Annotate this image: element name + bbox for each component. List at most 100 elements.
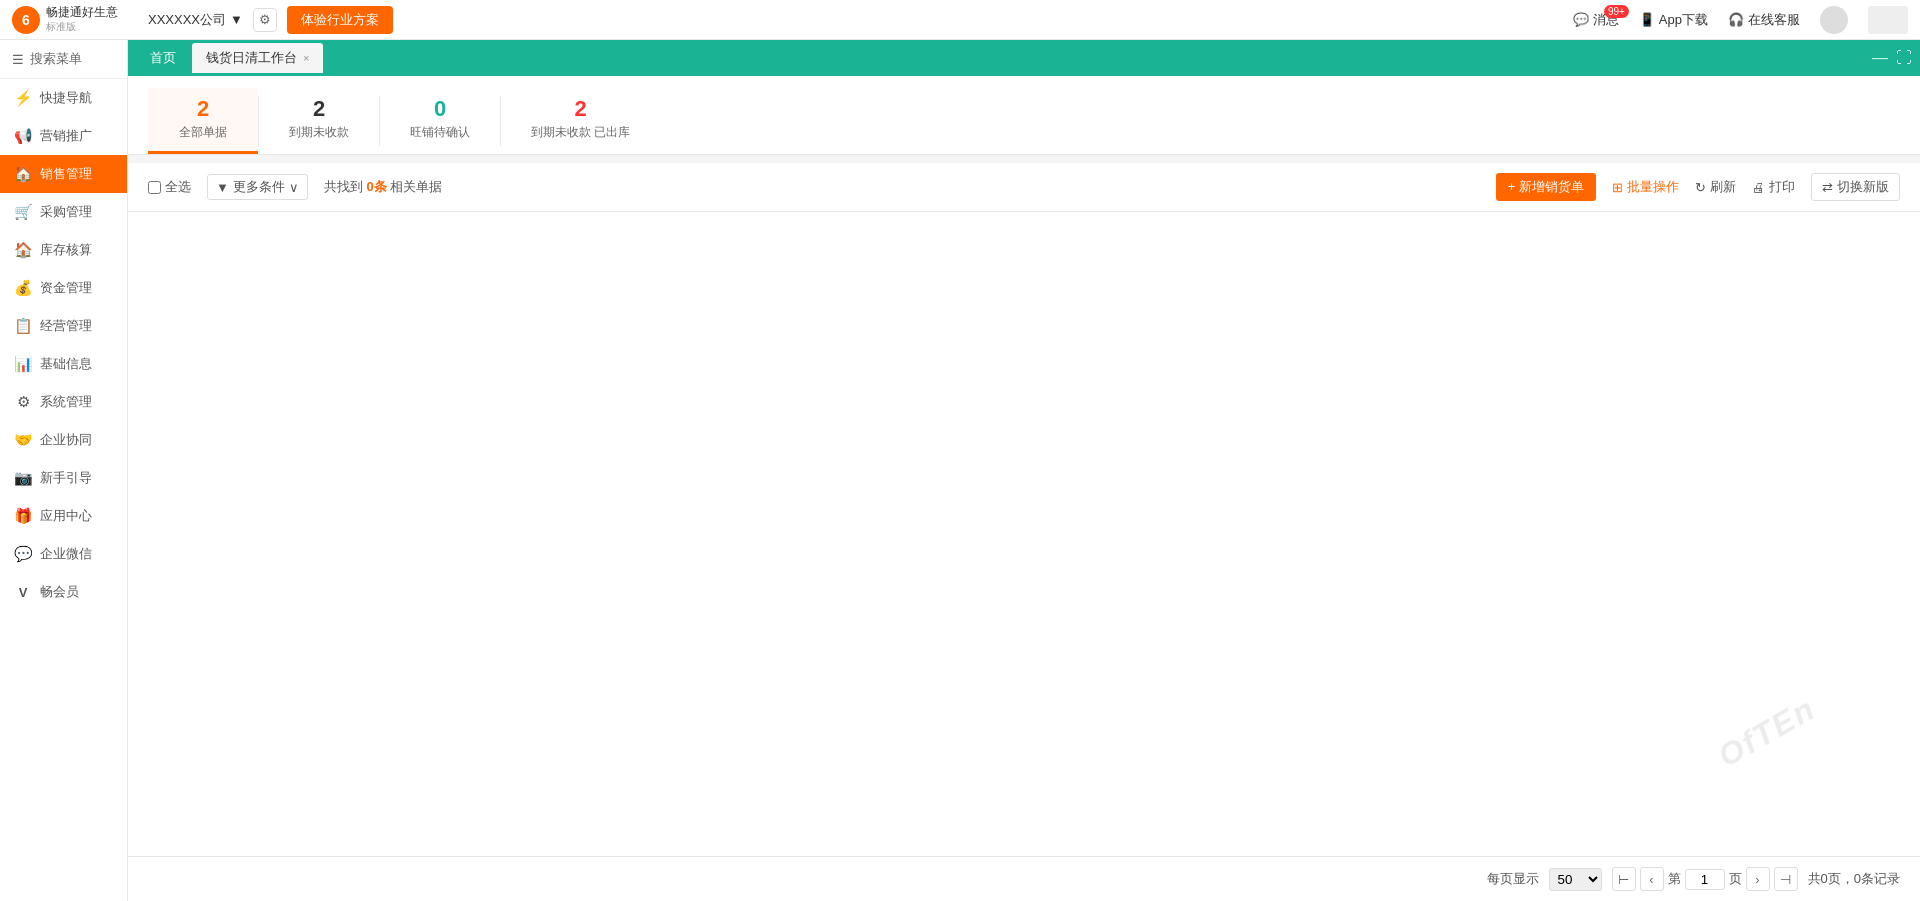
sidebar-item-quick-nav[interactable]: ⚡ 快捷导航 <box>0 79 127 117</box>
inventory-label: 库存核算 <box>40 241 92 259</box>
wechat-label: 企业微信 <box>40 545 92 563</box>
settings-icon[interactable]: ⚙ <box>253 8 277 32</box>
sidebar-item-basic-info[interactable]: 📊 基础信息 <box>0 345 127 383</box>
table-area <box>128 212 1920 856</box>
first-page-btn[interactable]: ⊢ <box>1612 867 1636 891</box>
app-center-label: 应用中心 <box>40 507 92 525</box>
sidebar-item-operations[interactable]: 📋 经营管理 <box>0 307 127 345</box>
tab-minimize-icon[interactable]: — <box>1872 49 1888 67</box>
refresh-label: 刷新 <box>1710 178 1736 196</box>
tab-home[interactable]: 首页 <box>136 43 190 73</box>
marketing-label: 营销推广 <box>40 127 92 145</box>
basic-info-label: 基础信息 <box>40 355 92 373</box>
sidebar-search[interactable]: ☰ 搜索菜单 <box>0 40 127 79</box>
sidebar-item-wechat[interactable]: 💬 企业微信 <box>0 535 127 573</box>
tab-close-icon[interactable]: × <box>303 52 309 64</box>
vip-label: 畅会员 <box>40 583 79 601</box>
filter-button[interactable]: ▼ 更多条件 ∨ <box>207 174 308 200</box>
add-sale-button[interactable]: + 新增销货单 <box>1496 173 1596 201</box>
stat-num-overdue: 2 <box>313 96 325 122</box>
company-name: XXXXXX公司 <box>148 11 226 29</box>
select-all-checkbox[interactable] <box>148 181 161 194</box>
home-tab-label: 首页 <box>150 49 176 67</box>
page-label-end: 页 <box>1729 870 1742 888</box>
print-label: 打印 <box>1769 178 1795 196</box>
select-all-area[interactable]: 全选 <box>148 178 191 196</box>
refresh-icon: ↻ <box>1695 180 1706 195</box>
sidebar-item-app-center[interactable]: 🎁 应用中心 <box>0 497 127 535</box>
marketing-icon: 📢 <box>14 127 32 145</box>
page-label-first: 第 <box>1668 870 1681 888</box>
header-left: 6 畅捷通好生意 标准版 XXXXXX公司 ▼ ⚙ 体验行业方案 <box>12 5 393 35</box>
top-header: 6 畅捷通好生意 标准版 XXXXXX公司 ▼ ⚙ 体验行业方案 💬 消息 99… <box>0 0 1920 40</box>
stat-tab-overdue[interactable]: 2 到期未收款 <box>259 88 379 154</box>
select-all-label: 全选 <box>165 178 191 196</box>
operations-label: 经营管理 <box>40 317 92 335</box>
stat-tab-overdue-out[interactable]: 2 到期未收款 已出库 <box>501 88 660 154</box>
app-center-icon: 🎁 <box>14 507 32 525</box>
finance-label: 资金管理 <box>40 279 92 297</box>
main-layout: ☰ 搜索菜单 ⚡ 快捷导航 📢 营销推广 🏠 销售管理 🛒 采购管理 🏠 库存核… <box>0 40 1920 901</box>
tab-expand-icon[interactable]: ⛶ <box>1896 49 1912 67</box>
batch-icon: ⊞ <box>1612 180 1623 195</box>
next-page-btn[interactable]: › <box>1746 867 1770 891</box>
stat-tab-pending[interactable]: 0 旺铺待确认 <box>380 88 500 154</box>
sidebar-item-finance[interactable]: 💰 资金管理 <box>0 269 127 307</box>
header-right: 💬 消息 99+ 📱 App下载 🎧 在线客服 <box>1573 6 1908 34</box>
user-name[interactable] <box>1868 6 1908 34</box>
active-tab-label: 钱货日清工作台 <box>206 49 297 67</box>
newbie-icon: 📷 <box>14 469 32 487</box>
sales-label: 销售管理 <box>40 165 92 183</box>
stat-label-overdue: 到期未收款 <box>289 124 349 141</box>
purchase-label: 采购管理 <box>40 203 92 221</box>
sidebar-item-inventory[interactable]: 🏠 库存核算 <box>0 231 127 269</box>
filter-label: 更多条件 <box>233 178 285 196</box>
stat-tab-all[interactable]: 2 全部单据 <box>148 88 258 154</box>
online-service[interactable]: 🎧 在线客服 <box>1728 11 1800 29</box>
switch-version-btn[interactable]: ⇄ 切换新版 <box>1811 173 1900 201</box>
company-selector[interactable]: XXXXXX公司 ▼ <box>148 11 243 29</box>
app-download[interactable]: 📱 App下载 <box>1639 11 1708 29</box>
avatar[interactable] <box>1820 6 1848 34</box>
per-page-select[interactable]: 50 10 20 100 <box>1549 868 1602 891</box>
inventory-icon: 🏠 <box>14 241 32 259</box>
quick-nav-icon: ⚡ <box>14 89 32 107</box>
sidebar-item-purchase[interactable]: 🛒 采购管理 <box>0 193 127 231</box>
quick-nav-label: 快捷导航 <box>40 89 92 107</box>
logo-area: 6 畅捷通好生意 标准版 <box>12 5 118 35</box>
stat-num-pending: 0 <box>434 96 446 122</box>
total-info: 共0页，0条记录 <box>1808 870 1900 888</box>
switch-label: 切换新版 <box>1837 178 1889 196</box>
stat-num-all: 2 <box>197 96 209 122</box>
purchase-icon: 🛒 <box>14 203 32 221</box>
trial-button[interactable]: 体验行业方案 <box>287 6 393 34</box>
service-icon: 🎧 <box>1728 12 1744 27</box>
tab-bar-right: — ⛶ <box>1872 49 1912 67</box>
message-area[interactable]: 💬 消息 99+ <box>1573 11 1619 29</box>
tab-bar: 首页 钱货日清工作台 × — ⛶ <box>128 40 1920 76</box>
sidebar-item-newbie[interactable]: 📷 新手引导 <box>0 459 127 497</box>
system-icon: ⚙ <box>14 393 32 411</box>
toolbar-right: + 新增销货单 ⊞ 批量操作 ↻ 刷新 🖨 打印 ⇄ <box>1496 173 1900 201</box>
content-area: 首页 钱货日清工作台 × — ⛶ 2 全部单据 2 <box>128 40 1920 901</box>
sidebar-item-enterprise[interactable]: 🤝 企业协同 <box>0 421 127 459</box>
app-name: 畅捷通好生意 <box>46 5 118 21</box>
last-page-btn[interactable]: ⊣ <box>1774 867 1798 891</box>
app-download-label: App下载 <box>1659 11 1708 29</box>
sidebar-item-system[interactable]: ⚙ 系统管理 <box>0 383 127 421</box>
sidebar: ☰ 搜索菜单 ⚡ 快捷导航 📢 营销推广 🏠 销售管理 🛒 采购管理 🏠 库存核… <box>0 40 128 901</box>
sidebar-item-sales[interactable]: 🏠 销售管理 <box>0 155 127 193</box>
newbie-label: 新手引导 <box>40 469 92 487</box>
print-btn[interactable]: 🖨 打印 <box>1752 178 1795 196</box>
page-input[interactable] <box>1685 869 1725 890</box>
tab-active[interactable]: 钱货日清工作台 × <box>192 43 323 73</box>
filter-dropdown-icon: ∨ <box>289 180 299 195</box>
batch-action-btn[interactable]: ⊞ 批量操作 <box>1612 178 1679 196</box>
stats-tabs: 2 全部单据 2 到期未收款 0 旺铺待确认 2 到期未收款 已出库 <box>128 76 1920 155</box>
print-icon: 🖨 <box>1752 180 1765 195</box>
sidebar-item-vip[interactable]: V 畅会员 <box>0 573 127 611</box>
refresh-btn[interactable]: ↻ 刷新 <box>1695 178 1736 196</box>
sidebar-item-marketing[interactable]: 📢 营销推广 <box>0 117 127 155</box>
prev-page-btn[interactable]: ‹ <box>1640 867 1664 891</box>
system-label: 系统管理 <box>40 393 92 411</box>
